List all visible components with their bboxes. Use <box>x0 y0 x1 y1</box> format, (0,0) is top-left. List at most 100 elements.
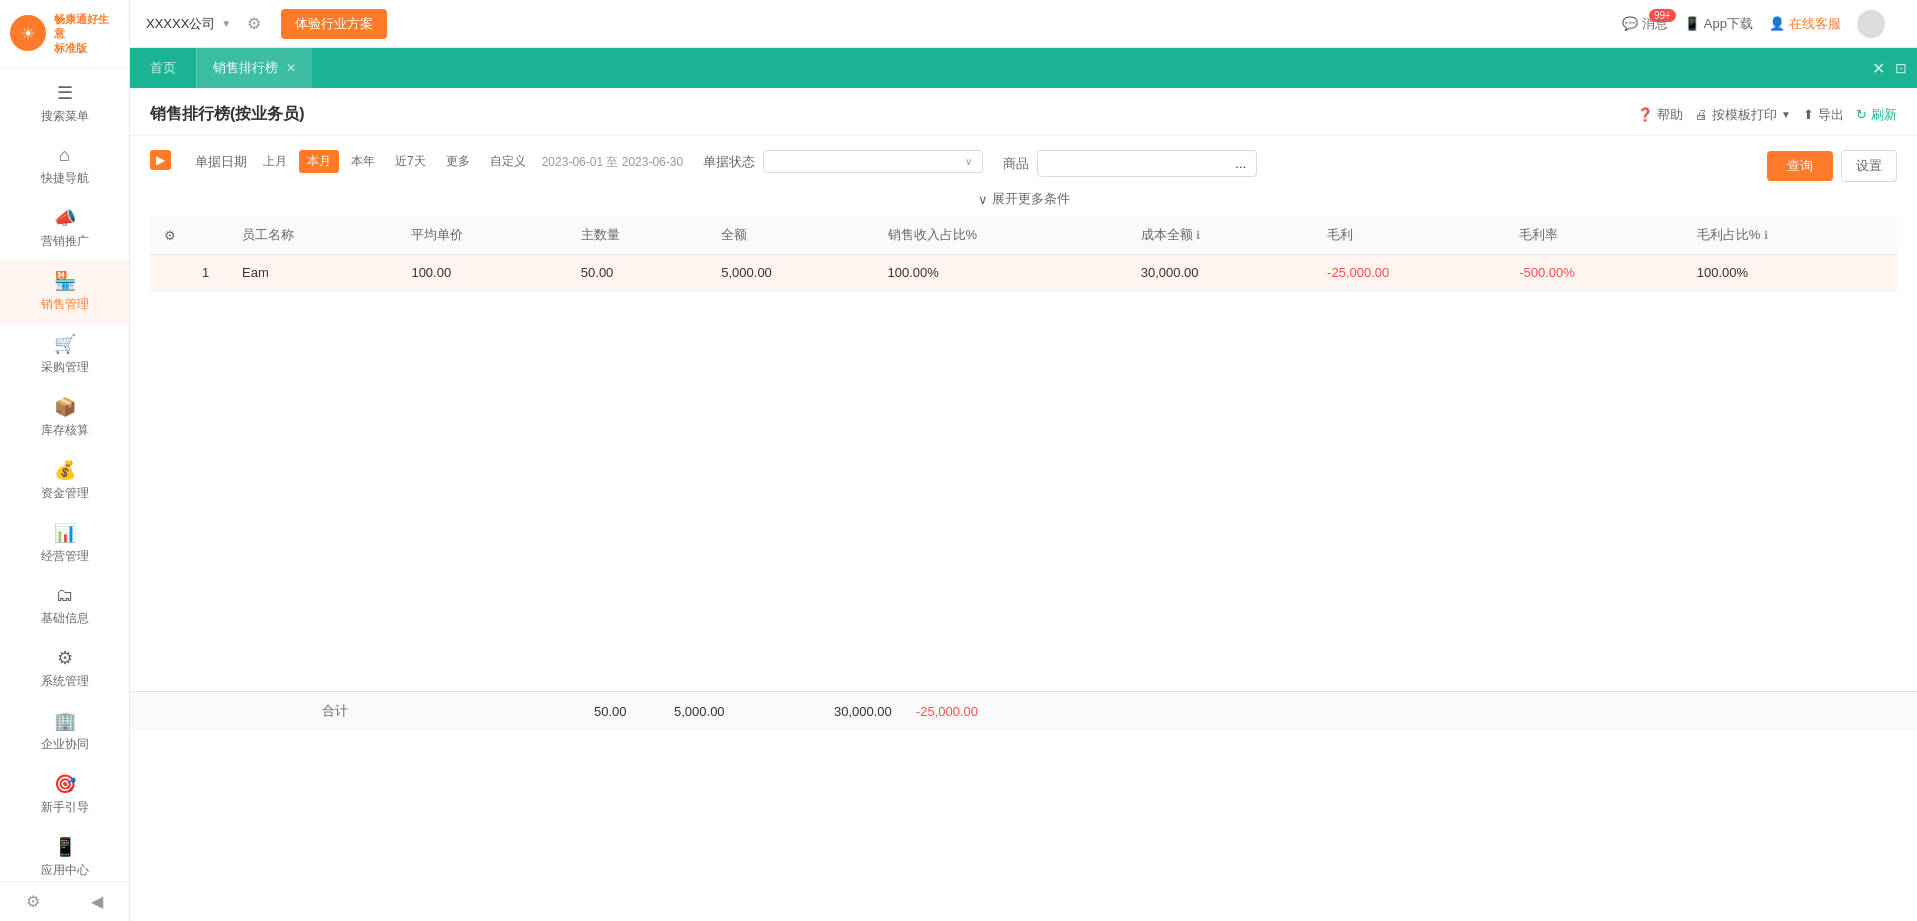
date-tab-prev[interactable]: 上月 <box>255 150 295 173</box>
sidebar-item-system[interactable]: ⚙ 系统管理 <box>0 637 129 700</box>
sidebar-label-search: 搜索菜单 <box>41 108 89 125</box>
filter-bar: ▶ 单据日期 上月 本月 本年 近7天 更多 自定义 2023-06-01 至 … <box>130 136 1917 182</box>
sidebar-item-basic[interactable]: 🗂 基础信息 <box>0 575 129 637</box>
date-tab-more[interactable]: 更多 <box>438 150 478 173</box>
sidebar-item-enterprise[interactable]: 🏢 企业协同 <box>0 700 129 763</box>
help-button[interactable]: ❓ 帮助 <box>1637 106 1683 124</box>
enterprise-icon: 🏢 <box>54 710 76 732</box>
logo-icon: ☀ <box>10 15 46 51</box>
footer-amount: 5,000.00 <box>662 704 742 719</box>
refresh-label: 刷新 <box>1871 106 1897 124</box>
col-settings[interactable]: ⚙ <box>150 216 190 255</box>
page-actions: ❓ 帮助 🖨 按模板打印 ▼ ⬆ 导出 ↻ 刷新 <box>1637 106 1897 124</box>
print-icon: 🖨 <box>1695 107 1708 122</box>
print-button[interactable]: 🖨 按模板打印 ▼ <box>1695 106 1791 124</box>
expand-more-button[interactable]: ∨ 展开更多条件 <box>978 190 1070 208</box>
table-body: 1 Eam 100.00 50.00 5,000.00 100.00% 30,0… <box>150 255 1897 291</box>
sidebar-item-operation[interactable]: 📊 经营管理 <box>0 512 129 575</box>
company-selector[interactable]: XXXXX公司 ▼ <box>146 15 231 33</box>
tabbar: 首页 销售排行榜 ✕ ✕ ⊡ <box>130 48 1917 88</box>
search-menu-icon: ☰ <box>57 82 73 104</box>
expand-bar: ∨ 展开更多条件 <box>130 182 1917 216</box>
row-gross: -25,000.00 <box>1315 255 1507 291</box>
sidebar-item-finance[interactable]: 💰 资金管理 <box>0 449 129 512</box>
export-icon: ⬆ <box>1803 107 1814 122</box>
sidebar-label-quick: 快捷导航 <box>41 170 89 187</box>
sidebar-item-marketing[interactable]: 📣 营销推广 <box>0 197 129 260</box>
content-area: 销售排行榜(按业务员) ❓ 帮助 🖨 按模板打印 ▼ ⬆ 导出 <box>130 88 1917 921</box>
window-close-button[interactable]: ✕ <box>1872 59 1885 78</box>
tab-close-icon[interactable]: ✕ <box>286 61 296 75</box>
sidebar-item-purchase[interactable]: 🛒 采购管理 <box>0 323 129 386</box>
content-spacer <box>130 291 1917 691</box>
print-arrow-icon: ▼ <box>1781 109 1791 120</box>
app-icon: 📱 <box>1684 16 1700 31</box>
status-select-arrow-icon: ∨ <box>965 156 972 167</box>
sidebar-label-enterprise: 企业协同 <box>41 736 89 753</box>
user-avatar[interactable] <box>1857 10 1885 38</box>
sidebar-label-apps: 应用中心 <box>41 862 89 879</box>
col-sales-pct: 销售收入占比% <box>876 216 1129 255</box>
sidebar-item-search[interactable]: ☰ 搜索菜单 <box>0 72 129 135</box>
data-table: ⚙ 员工名称 平均单价 主数量 全额 销售收入占比% 成本全额 ℹ <box>150 216 1897 291</box>
date-tab-recent7[interactable]: 近7天 <box>387 150 434 173</box>
col-qty: 主数量 <box>569 216 709 255</box>
export-button[interactable]: ⬆ 导出 <box>1803 106 1844 124</box>
commodity-input[interactable]: ... <box>1037 150 1257 177</box>
app-download-button[interactable]: 📱 App下载 <box>1684 15 1753 33</box>
help-icon: ❓ <box>1637 107 1653 122</box>
tab-sales-ranking[interactable]: 销售排行榜 ✕ <box>196 48 312 88</box>
date-tab-year[interactable]: 本年 <box>343 150 383 173</box>
date-tab-custom[interactable]: 自定义 <box>482 150 534 173</box>
col-gross-pct: 毛利占比% ℹ <box>1685 216 1897 255</box>
sidebar-item-sales[interactable]: 🏪 销售管理 <box>0 260 129 323</box>
row-rank: 1 <box>190 255 230 291</box>
filter-expand-arrow-icon[interactable]: ▶ <box>150 150 171 170</box>
row-name: Eam <box>230 255 399 291</box>
footer-cost: 30,000.00 <box>822 704 904 719</box>
guide-icon: 🎯 <box>54 773 76 795</box>
topbar: XXXXX公司 ▼ ⚙ 体验行业方案 💬 消息 99+ 📱 App下载 👤 在线… <box>130 0 1917 48</box>
online-service-button[interactable]: 👤 在线客服 <box>1769 15 1841 33</box>
trial-button[interactable]: 体验行业方案 <box>281 9 387 39</box>
sidebar-item-apps[interactable]: 📱 应用中心 <box>0 826 129 881</box>
sidebar-item-quick[interactable]: ⌂ 快捷导航 <box>0 135 129 197</box>
table-container: ⚙ 员工名称 平均单价 主数量 全额 销售收入占比% 成本全额 ℹ <box>130 216 1917 291</box>
filter-toggle[interactable]: ▶ <box>150 150 171 170</box>
status-select[interactable]: ∨ <box>763 150 983 173</box>
settings-button[interactable]: 设置 <box>1841 150 1897 182</box>
col-avg-price: 平均单价 <box>399 216 568 255</box>
export-label: 导出 <box>1818 106 1844 124</box>
row-gross-pct: 100.00% <box>1685 255 1897 291</box>
table-header: ⚙ 员工名称 平均单价 主数量 全额 销售收入占比% 成本全额 ℹ <box>150 216 1897 255</box>
date-filter-label: 单据日期 <box>195 153 247 171</box>
gross-pct-help-icon[interactable]: ℹ <box>1764 229 1768 241</box>
tab-home[interactable]: 首页 <box>130 48 196 88</box>
operation-icon: 📊 <box>54 522 76 544</box>
help-label: 帮助 <box>1657 106 1683 124</box>
commodity-more-icon[interactable]: ... <box>1235 156 1246 171</box>
sidebar-label-purchase: 采购管理 <box>41 359 89 376</box>
row-gross-rate: -500.00% <box>1507 255 1685 291</box>
logo-text: 畅康通好生意 标准版 <box>54 12 119 55</box>
date-tab-current[interactable]: 本月 <box>299 150 339 173</box>
window-restore-button[interactable]: ⊡ <box>1895 60 1907 76</box>
sidebar-item-inventory[interactable]: 📦 库存核算 <box>0 386 129 449</box>
query-button[interactable]: 查询 <box>1767 151 1833 181</box>
footer-qty: 50.00 <box>582 704 662 719</box>
sidebar-label-inventory: 库存核算 <box>41 422 89 439</box>
sidebar-collapse-button[interactable]: ◀ <box>91 892 103 911</box>
message-button[interactable]: 💬 消息 99+ <box>1622 15 1668 33</box>
main-area: XXXXX公司 ▼ ⚙ 体验行业方案 💬 消息 99+ 📱 App下载 👤 在线… <box>130 0 1917 921</box>
cost-help-icon[interactable]: ℹ <box>1196 229 1200 241</box>
topbar-settings-icon[interactable]: ⚙ <box>247 14 261 33</box>
row-avg-price: 100.00 <box>399 255 568 291</box>
sidebar-item-guide[interactable]: 🎯 新手引导 <box>0 763 129 826</box>
sidebar-settings-button[interactable]: ⚙ <box>26 892 40 911</box>
sidebar-label-system: 系统管理 <box>41 673 89 690</box>
col-gross-rate: 毛利率 <box>1507 216 1685 255</box>
row-settings <box>150 255 190 291</box>
status-filter-label: 单据状态 <box>703 153 755 171</box>
refresh-button[interactable]: ↻ 刷新 <box>1856 106 1897 124</box>
service-icon: 👤 <box>1769 16 1785 31</box>
